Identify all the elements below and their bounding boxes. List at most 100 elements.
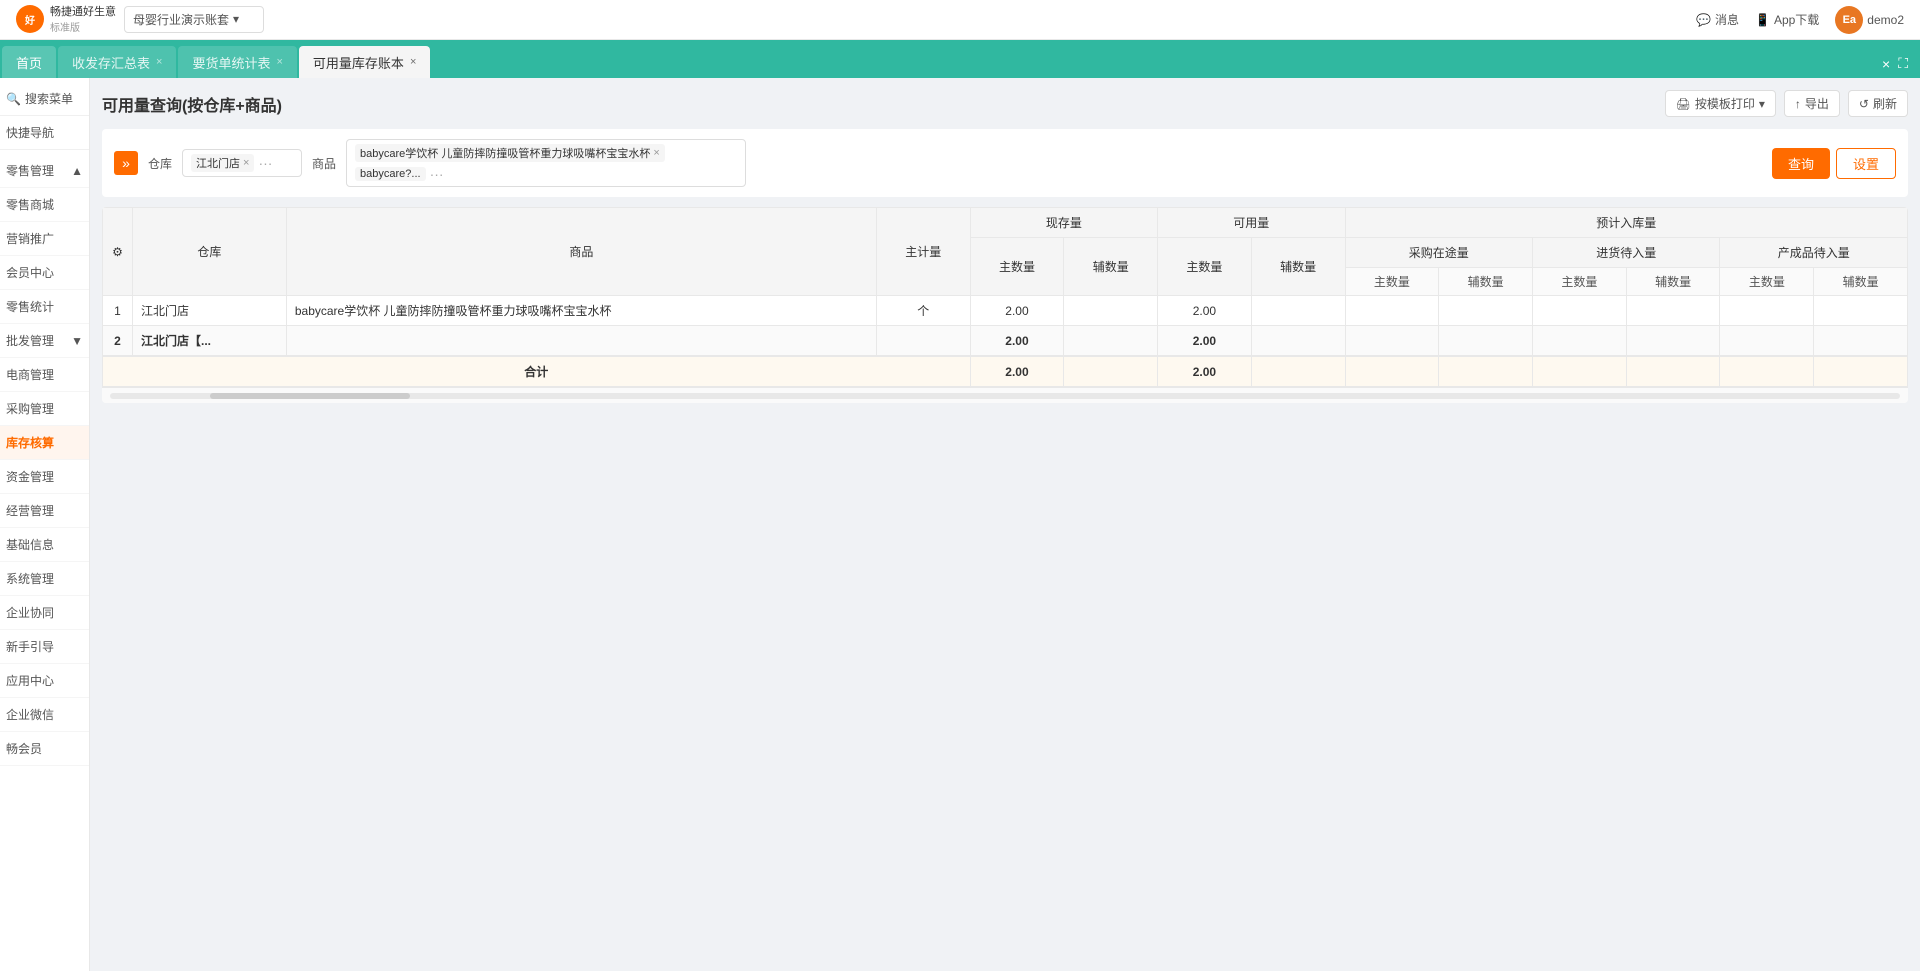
scrollbar-thumb xyxy=(210,393,410,399)
sidebar-quick-nav[interactable]: 快捷导航 xyxy=(0,120,89,150)
col-available-header: 可用量 xyxy=(1158,208,1345,238)
sidebar-item-inventory[interactable]: 库存核算 xyxy=(0,426,89,460)
col-purchase-transit-header: 采购在途量 xyxy=(1345,238,1532,268)
horizontal-scrollbar[interactable] xyxy=(102,387,1908,403)
export-btn[interactable]: ↑ 导出 xyxy=(1784,90,1840,117)
sidebar-item-purchase-label: 采购管理 xyxy=(6,400,54,417)
refresh-btn[interactable]: ↺ 刷新 xyxy=(1848,90,1908,117)
scrollbar-track xyxy=(110,393,1900,399)
chevron-wholesale-icon: ▼ xyxy=(71,334,83,348)
app-download-btn[interactable]: 📱 App下载 xyxy=(1755,11,1819,28)
sidebar-item-finance[interactable]: 资金管理 xyxy=(0,460,89,494)
page-toolbar: 🖨 按模板打印 ▾ ↑ 导出 ↺ 刷新 xyxy=(1665,90,1908,117)
tab-stock-book-close[interactable]: × xyxy=(410,56,416,68)
tab-home[interactable]: 首页 xyxy=(2,46,56,78)
sidebar-item-system[interactable]: 系统管理 xyxy=(0,562,89,596)
main-layout: 🔍 搜索菜单 快捷导航 零售管理 ▲ 零售商城 营销推广 会员中心 零售统计 批… xyxy=(0,78,1920,971)
row2-product xyxy=(286,326,876,357)
row1-stock-aux xyxy=(1064,296,1158,326)
refresh-label: 刷新 xyxy=(1873,95,1897,112)
export-icon: ↑ xyxy=(1795,97,1801,111)
row1-avail-main: 2.00 xyxy=(1158,296,1252,326)
user-area[interactable]: Ea demo2 xyxy=(1835,6,1904,34)
sidebar-item-ecommerce[interactable]: 电商管理 xyxy=(0,358,89,392)
tab-order-stat[interactable]: 要货单统计表 × xyxy=(178,46,296,78)
settings-btn[interactable]: 设置 xyxy=(1836,148,1896,179)
top-bar: 好 畅捷通好生意 标准版 母婴行业演示账套 ▾ 💬 消息 📱 App下载 Ea … xyxy=(0,0,1920,40)
row2-inbound-aux xyxy=(1626,326,1720,357)
tab-order-stat-close[interactable]: × xyxy=(276,56,282,68)
phone-icon: 📱 xyxy=(1755,13,1770,27)
tab-home-label: 首页 xyxy=(16,53,42,72)
row1-index: 1 xyxy=(103,296,133,326)
row2-product-aux xyxy=(1814,326,1908,357)
row1-purchase-main xyxy=(1345,296,1439,326)
table-body: 1 江北门店 babycare学饮杯 儿童防摔防撞吸管杯重力球吸嘴杯宝宝水杯 个… xyxy=(103,296,1908,357)
product-tag-1-remove[interactable]: × xyxy=(653,147,659,159)
tab-stock-book[interactable]: 可用量库存账本 × xyxy=(299,46,430,78)
template-print-btn[interactable]: 🖨 按模板打印 ▾ xyxy=(1665,90,1776,117)
sidebar-item-purchase[interactable]: 采购管理 xyxy=(0,392,89,426)
close-all-icon[interactable]: × xyxy=(1882,56,1890,72)
data-table: ⚙ 仓库 商品 主计量 现存量 可用量 预计入库量 主数量 辅数量 主数量 xyxy=(102,207,1908,403)
row2-warehouse: 江北门店【... xyxy=(133,326,287,357)
total-row: 合计 2.00 2.00 xyxy=(103,356,1908,387)
fullscreen-icon[interactable]: ⛶ xyxy=(1898,55,1908,72)
industry-selector[interactable]: 母婴行业演示账套 ▾ xyxy=(124,6,264,33)
sidebar-item-member[interactable]: 会员中心 xyxy=(0,256,89,290)
product-more-dots: ··· xyxy=(430,166,444,182)
sidebar-item-wholesale[interactable]: 批发管理 ▼ xyxy=(0,324,89,358)
nav-tabs: 首页 收发存汇总表 × 要货单统计表 × 可用量库存账本 × × ⛶ xyxy=(0,40,1920,78)
sidebar-item-retail-stat[interactable]: 零售统计 xyxy=(0,290,89,324)
sidebar: 🔍 搜索菜单 快捷导航 零售管理 ▲ 零售商城 营销推广 会员中心 零售统计 批… xyxy=(0,78,90,971)
product-filter-label: 商品 xyxy=(312,155,336,172)
message-btn[interactable]: 💬 消息 xyxy=(1696,11,1739,28)
sidebar-quick-nav-label: 快捷导航 xyxy=(6,126,54,140)
col-stock-header: 现存量 xyxy=(970,208,1157,238)
warehouse-filter-input[interactable]: 江北门店 × ··· xyxy=(182,149,302,177)
row2-stock-aux xyxy=(1064,326,1158,357)
chevron-down-icon: ▾ xyxy=(233,12,239,26)
tab-summary-close[interactable]: × xyxy=(156,56,162,68)
row1-product: babycare学饮杯 儿童防摔防撞吸管杯重力球吸嘴杯宝宝水杯 xyxy=(286,296,876,326)
top-bar-right: 💬 消息 📱 App下载 Ea demo2 xyxy=(1696,6,1904,34)
filter-expand-btn[interactable]: » xyxy=(114,151,138,175)
sidebar-item-member2[interactable]: 畅会员 xyxy=(0,732,89,766)
total-avail-aux xyxy=(1251,356,1345,387)
sidebar-item-operation[interactable]: 经营管理 xyxy=(0,494,89,528)
table-header-main: ⚙ 仓库 商品 主计量 现存量 可用量 预计入库量 xyxy=(103,208,1908,238)
col-stock-main: 主数量 xyxy=(970,238,1064,296)
tab-order-stat-label: 要货单统计表 xyxy=(192,53,270,72)
row1-warehouse: 江北门店 xyxy=(133,296,287,326)
sidebar-item-app-center[interactable]: 应用中心 xyxy=(0,664,89,698)
sidebar-item-collab[interactable]: 企业协同 xyxy=(0,596,89,630)
sidebar-item-basic-info[interactable]: 基础信息 xyxy=(0,528,89,562)
sidebar-item-guide[interactable]: 新手引导 xyxy=(0,630,89,664)
sidebar-item-retail[interactable]: 零售管理 ▲ xyxy=(0,154,89,188)
sidebar-item-marketing-label: 营销推广 xyxy=(6,230,54,247)
content-area: 可用量查询(按仓库+商品) 🖨 按模板打印 ▾ ↑ 导出 ↺ 刷新 » xyxy=(90,78,1920,971)
col-product-pending-header: 产成品待入量 xyxy=(1720,238,1908,268)
inventory-table: ⚙ 仓库 商品 主计量 现存量 可用量 预计入库量 主数量 辅数量 主数量 xyxy=(102,207,1908,387)
product-filter-input[interactable]: babycare学饮杯 儿童防摔防撞吸管杯重力球吸嘴杯宝宝水杯 × babyca… xyxy=(346,139,746,187)
sidebar-item-ecommerce-label: 电商管理 xyxy=(6,366,54,383)
product-tag-2: babycare?... xyxy=(355,167,426,181)
col-inbound-aux: 辅数量 xyxy=(1626,268,1720,296)
sidebar-item-wechat[interactable]: 企业微信 xyxy=(0,698,89,732)
col-product-aux: 辅数量 xyxy=(1814,268,1908,296)
table-scroll[interactable]: ⚙ 仓库 商品 主计量 现存量 可用量 预计入库量 主数量 辅数量 主数量 xyxy=(102,207,1908,387)
sidebar-item-marketing[interactable]: 营销推广 xyxy=(0,222,89,256)
query-btn[interactable]: 查询 xyxy=(1772,148,1830,179)
row2-inbound-main xyxy=(1533,326,1627,357)
logo-area: 好 畅捷通好生意 标准版 xyxy=(16,5,116,34)
filter-actions: 查询 设置 xyxy=(1772,148,1896,179)
warehouse-tag-remove[interactable]: × xyxy=(243,157,249,169)
tab-summary[interactable]: 收发存汇总表 × xyxy=(58,46,176,78)
total-purchase-aux xyxy=(1439,356,1533,387)
sidebar-search[interactable]: 🔍 搜索菜单 xyxy=(0,86,89,116)
template-print-label: 按模板打印 xyxy=(1695,95,1755,112)
print-icon: 🖨 xyxy=(1676,97,1691,111)
row2-purchase-aux xyxy=(1439,326,1533,357)
sidebar-item-retail-mall[interactable]: 零售商城 xyxy=(0,188,89,222)
table-row: 1 江北门店 babycare学饮杯 儿童防摔防撞吸管杯重力球吸嘴杯宝宝水杯 个… xyxy=(103,296,1908,326)
